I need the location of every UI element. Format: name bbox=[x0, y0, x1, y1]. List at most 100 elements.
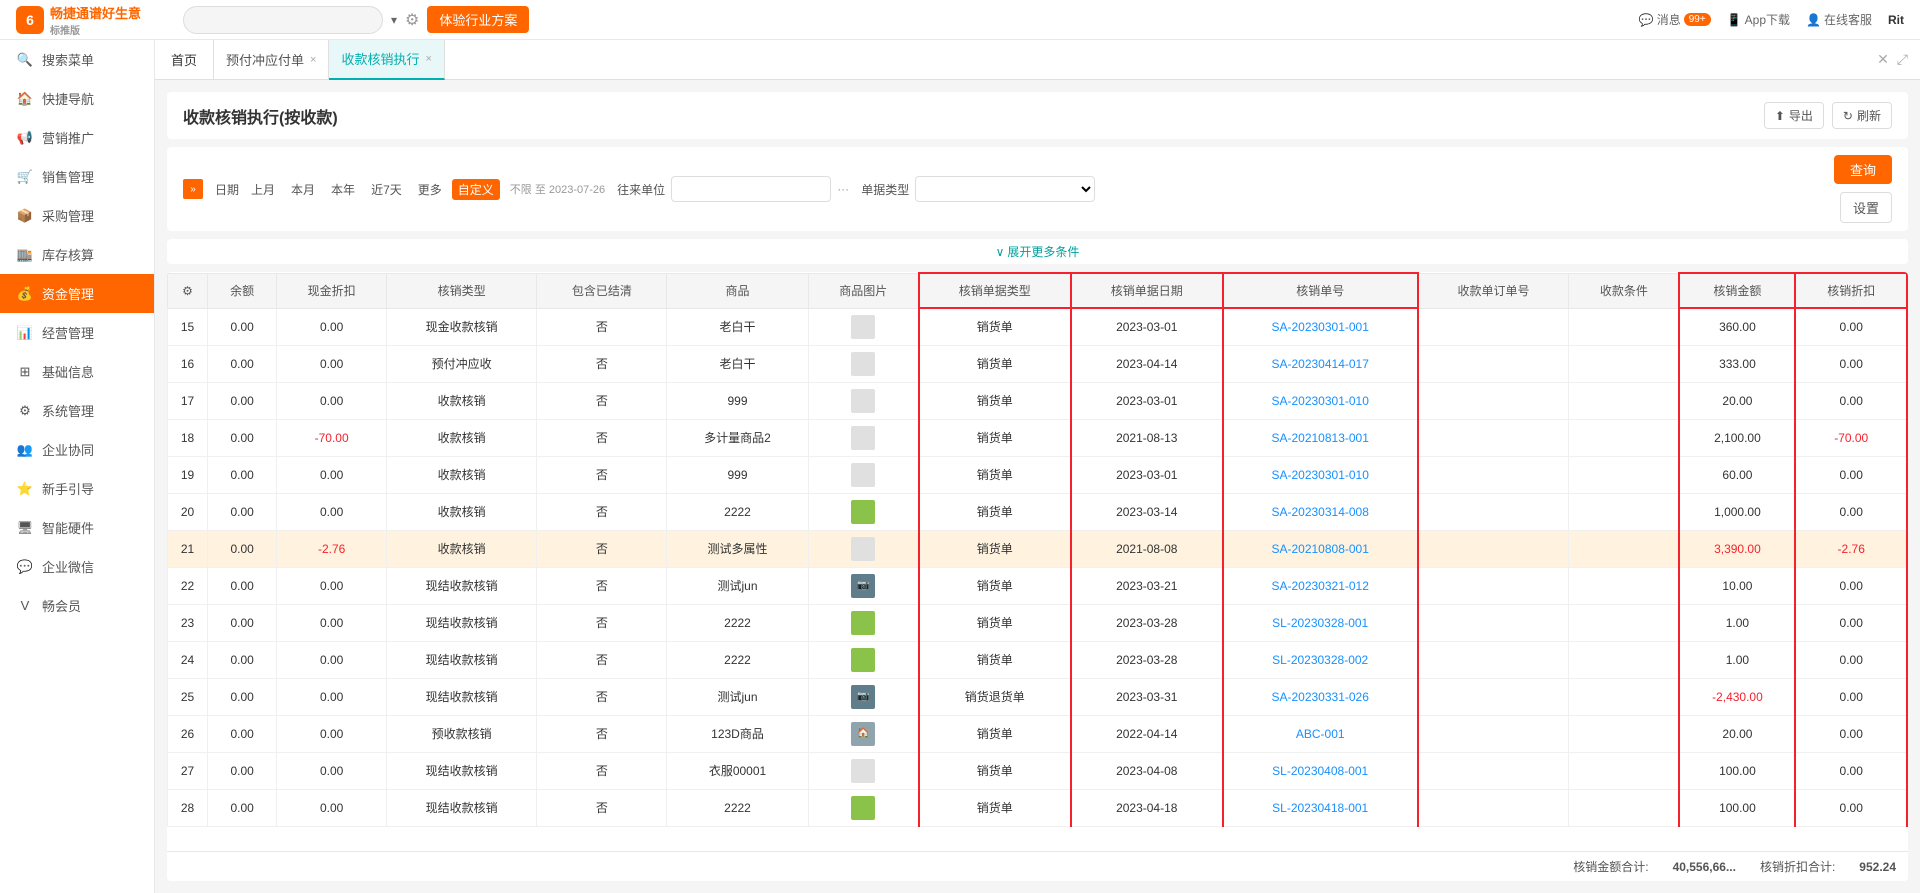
table-header-row: ⚙ 余额 现金折扣 核销类型 包含已结清 商品 商品图片 核销单据类型 核销单据… bbox=[168, 273, 1908, 308]
cell-cancel-bill-no[interactable]: SA-20230301-001 bbox=[1223, 308, 1418, 345]
app-download-btn[interactable]: 📱 App下载 bbox=[1727, 11, 1790, 28]
sidebar-item-collab[interactable]: 👥 企业协同 bbox=[0, 430, 154, 469]
cell-receipt-condition bbox=[1569, 715, 1680, 752]
cancel-bill-no-link[interactable]: ABC-001 bbox=[1296, 727, 1345, 741]
cancel-bill-no-link[interactable]: SL-20230408-001 bbox=[1272, 764, 1368, 778]
tab-close-prepay[interactable]: × bbox=[310, 54, 316, 66]
cell-receipt-order-no bbox=[1418, 678, 1569, 715]
sidebar-item-hardware[interactable]: 🖥 智能硬件 bbox=[0, 508, 154, 547]
sidebar-item-inventory[interactable]: 🏬 库存核算 bbox=[0, 235, 154, 274]
sidebar-item-baseinfo[interactable]: ⊞ 基础信息 bbox=[0, 352, 154, 391]
sidebar-item-operation[interactable]: 📊 经营管理 bbox=[0, 313, 154, 352]
cell-cancel-bill-no[interactable]: SA-20230414-017 bbox=[1223, 345, 1418, 382]
col-settings[interactable]: ⚙ bbox=[168, 273, 208, 308]
tab-close-receivable[interactable]: × bbox=[425, 53, 431, 65]
tab-prepay[interactable]: 预付冲应付单 × bbox=[214, 40, 329, 80]
megaphone-icon: 📢 bbox=[16, 129, 34, 147]
cell-cancel-bill-no[interactable]: SL-20230328-002 bbox=[1223, 641, 1418, 678]
cell-receipt-order-no bbox=[1418, 530, 1569, 567]
tab-home[interactable]: 首页 bbox=[155, 40, 214, 80]
table-container[interactable]: ⚙ 余额 现金折扣 核销类型 包含已结清 商品 商品图片 核销单据类型 核销单据… bbox=[167, 272, 1908, 851]
query-button[interactable]: 查询 bbox=[1834, 155, 1892, 184]
single-type-select[interactable] bbox=[915, 176, 1095, 202]
search-input[interactable] bbox=[183, 6, 383, 34]
online-support-btn[interactable]: 👤 在线客服 bbox=[1806, 11, 1872, 28]
cancel-bill-no-link[interactable]: SA-20230314-008 bbox=[1271, 505, 1368, 519]
filter-toggle-btn[interactable]: » bbox=[183, 179, 203, 199]
sidebar-item-quicknav[interactable]: 🏠 快捷导航 bbox=[0, 79, 154, 118]
more-btn[interactable]: 更多 bbox=[412, 179, 448, 200]
from-unit-input[interactable] bbox=[671, 176, 831, 202]
cell-cancel-amount: 10.00 bbox=[1679, 567, 1795, 604]
user-name[interactable]: Rit bbox=[1888, 13, 1904, 27]
cancel-bill-no-link[interactable]: SA-20230321-012 bbox=[1271, 579, 1368, 593]
cancel-bill-no-link[interactable]: SA-20230414-017 bbox=[1271, 357, 1368, 371]
expand-icon[interactable]: ⤢ bbox=[1897, 51, 1908, 68]
cell-cancel-type: 现结收款核销 bbox=[387, 789, 537, 826]
sidebar-item-search[interactable]: 🔍 搜索菜单 bbox=[0, 40, 154, 79]
expand-conditions-btn[interactable]: ∨ 展开更多条件 bbox=[996, 243, 1080, 260]
sidebar-item-wechat[interactable]: 💬 企业微信 bbox=[0, 547, 154, 586]
dropdown-arrow[interactable]: ▾ bbox=[391, 13, 397, 27]
cancel-bill-no-link[interactable]: SA-20230301-001 bbox=[1271, 320, 1368, 334]
cell-cancel-bill-no[interactable]: SA-20230301-010 bbox=[1223, 456, 1418, 493]
cell-cancel-bill-no[interactable]: SA-20230301-010 bbox=[1223, 382, 1418, 419]
cell-cancel-bill-no[interactable]: SL-20230328-001 bbox=[1223, 604, 1418, 641]
cell-cancel-amount: 3,390.00 bbox=[1679, 530, 1795, 567]
sidebar-item-label: 经营管理 bbox=[42, 323, 94, 342]
sidebar-item-label: 资金管理 bbox=[42, 284, 94, 303]
notifications-btn[interactable]: 💬 消息 99+ bbox=[1639, 11, 1711, 28]
sidebar-item-guide[interactable]: ⭐ 新手引导 bbox=[0, 469, 154, 508]
cell-cancel-bill-no[interactable]: SA-20210813-001 bbox=[1223, 419, 1418, 456]
export-button[interactable]: ⬆ 导出 bbox=[1764, 102, 1824, 129]
cell-product: 2222 bbox=[667, 604, 808, 641]
settings-button[interactable]: 设置 bbox=[1840, 192, 1892, 223]
7days-btn[interactable]: 近7天 bbox=[365, 179, 408, 200]
cur-month-btn[interactable]: 本月 bbox=[285, 179, 321, 200]
cell-cancel-discount: 0.00 bbox=[1795, 752, 1907, 789]
cell-cancel-type: 现结收款核销 bbox=[387, 604, 537, 641]
cancel-bill-no-link[interactable]: SL-20230418-001 bbox=[1272, 801, 1368, 815]
cur-year-btn[interactable]: 本年 bbox=[325, 179, 361, 200]
cell-cancel-bill-no[interactable]: SA-20230314-008 bbox=[1223, 493, 1418, 530]
chevron-down-icon: ▾ bbox=[391, 13, 397, 27]
cell-balance: 0.00 bbox=[208, 530, 277, 567]
prev-month-btn[interactable]: 上月 bbox=[245, 179, 281, 200]
cell-cancel-amount: 1,000.00 bbox=[1679, 493, 1795, 530]
cancel-bill-no-link[interactable]: SL-20230328-002 bbox=[1272, 653, 1368, 667]
cancel-bill-no-link[interactable]: SA-20230331-026 bbox=[1271, 690, 1368, 704]
from-unit-dots[interactable]: ··· bbox=[837, 182, 849, 196]
industry-btn[interactable]: 体验行业方案 bbox=[427, 6, 529, 33]
sidebar-item-sales[interactable]: 🛒 销售管理 bbox=[0, 157, 154, 196]
cancel-bill-no-link[interactable]: SA-20210813-001 bbox=[1271, 431, 1368, 445]
sidebar-item-label: 销售管理 bbox=[42, 167, 94, 186]
refresh-button[interactable]: ↻ 刷新 bbox=[1832, 102, 1892, 129]
cell-cancel-bill-no[interactable]: SA-20210808-001 bbox=[1223, 530, 1418, 567]
gear-icon[interactable]: ⚙ bbox=[405, 10, 419, 30]
cancel-bill-no-link[interactable]: SA-20210808-001 bbox=[1271, 542, 1368, 556]
cell-cancel-type: 收款核销 bbox=[387, 456, 537, 493]
grid-icon: ⊞ bbox=[16, 363, 34, 381]
sidebar-item-system[interactable]: ⚙ 系统管理 bbox=[0, 391, 154, 430]
sidebar-item-vip[interactable]: V 畅会员 bbox=[0, 586, 154, 625]
cell-id: 21 bbox=[168, 530, 208, 567]
close-window-icon[interactable]: ✕ bbox=[1877, 51, 1889, 68]
cancel-bill-no-link[interactable]: SL-20230328-001 bbox=[1272, 616, 1368, 630]
custom-btn[interactable]: 自定义 bbox=[452, 179, 500, 200]
sidebar-item-purchase[interactable]: 📦 采购管理 bbox=[0, 196, 154, 235]
cell-id: 24 bbox=[168, 641, 208, 678]
cancel-bill-no-link[interactable]: SA-20230301-010 bbox=[1271, 394, 1368, 408]
cell-cancel-bill-no[interactable]: SL-20230408-001 bbox=[1223, 752, 1418, 789]
chart-icon: 📊 bbox=[16, 324, 34, 342]
cell-cancel-bill-no[interactable]: SA-20230331-026 bbox=[1223, 678, 1418, 715]
cell-id: 25 bbox=[168, 678, 208, 715]
sidebar-item-finance[interactable]: 💰 资金管理 bbox=[0, 274, 154, 313]
table-row: 15 0.00 0.00 现金收款核销 否 老白干 销货单 2023-03-01… bbox=[168, 308, 1908, 345]
cancel-bill-no-link[interactable]: SA-20230301-010 bbox=[1271, 468, 1368, 482]
sidebar-item-marketing[interactable]: 📢 营销推广 bbox=[0, 118, 154, 157]
cell-cancel-bill-no[interactable]: SA-20230321-012 bbox=[1223, 567, 1418, 604]
cell-cancel-bill-no[interactable]: ABC-001 bbox=[1223, 715, 1418, 752]
tab-receivable[interactable]: 收款核销执行 × bbox=[329, 40, 444, 80]
cell-cancel-bill-no[interactable]: SL-20230418-001 bbox=[1223, 789, 1418, 826]
page-content: 收款核销执行(按收款) ⬆ 导出 ↻ 刷新 » bbox=[155, 80, 1920, 893]
